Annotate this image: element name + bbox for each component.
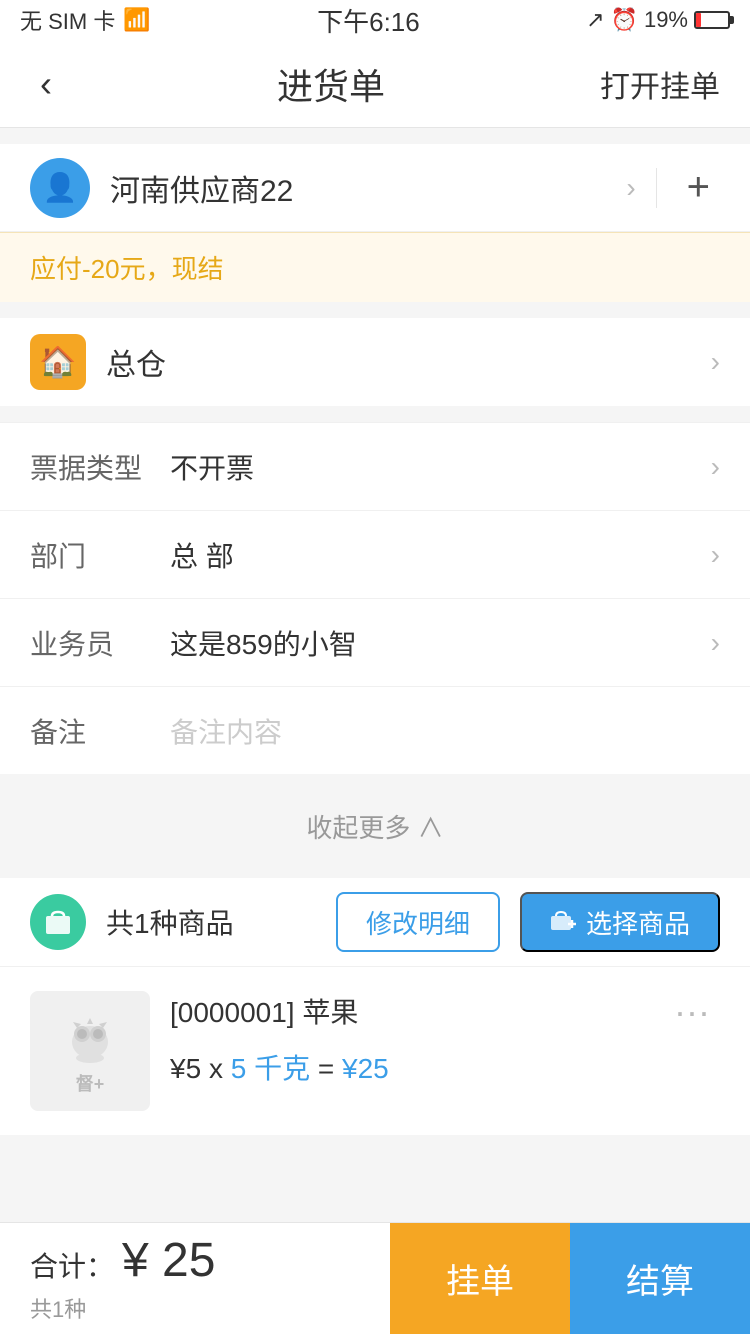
- info-banner: 应付-20元，现结: [0, 232, 750, 302]
- open-pending-button[interactable]: 打开挂单: [600, 62, 720, 106]
- product-unit-price: ¥5: [170, 1053, 201, 1084]
- bottom-bar: 合计： ¥ 25 共1种 挂单 结算: [0, 1222, 750, 1334]
- warehouse-name: 总仓: [106, 340, 711, 384]
- cart-add-icon: [550, 910, 578, 934]
- checkout-button[interactable]: 结算: [570, 1223, 750, 1334]
- edit-detail-button[interactable]: 修改明细: [336, 892, 500, 952]
- product-name: [0000001] 苹果: [170, 991, 644, 1031]
- status-bar: 无 SIM 卡 📶 下午6:16 ↗ ⏰ 19%: [0, 0, 750, 40]
- total-area: 合计： ¥ 25 共1种: [0, 1233, 390, 1324]
- alarm-icon: ⏰: [611, 7, 638, 33]
- main-content: 👤 河南供应商22 › + 应付-20元，现结 🏠 总仓 › 票据类型 不开票 …: [0, 144, 750, 1271]
- collapse-toggle[interactable]: 收起更多 ∧: [0, 790, 750, 862]
- back-button[interactable]: ‹: [30, 53, 62, 115]
- collapse-label: 收起更多 ∧: [306, 808, 443, 845]
- product-title: 苹果: [302, 997, 358, 1028]
- status-time: 下午6:16: [317, 2, 420, 39]
- invoice-type-label: 票据类型: [30, 447, 150, 487]
- products-card: 共1种商品 修改明细 选择商品: [0, 878, 750, 1135]
- product-count-text: 共1种商品: [106, 902, 316, 942]
- battery-icon: [694, 11, 730, 29]
- product-quantity: 5: [231, 1053, 247, 1084]
- form-card: 票据类型 不开票 › 部门 总 部 › 业务员 这是859的小智 › 备注 备注…: [0, 422, 750, 774]
- product-more-button[interactable]: ···: [664, 991, 720, 1033]
- warehouse-icon: 🏠: [30, 334, 86, 390]
- remark-input[interactable]: 备注内容: [150, 711, 720, 751]
- warehouse-chevron-icon: ›: [711, 346, 720, 378]
- total-main: 合计： ¥ 25: [30, 1233, 360, 1288]
- invoice-type-value: 不开票: [150, 447, 711, 487]
- divider: [656, 168, 657, 208]
- supplier-name: 河南供应商22: [110, 166, 626, 210]
- owl-brand-text: 督+: [76, 1070, 105, 1096]
- product-total: ¥25: [342, 1053, 389, 1084]
- avatar-icon: 👤: [43, 171, 78, 204]
- carrier-text: 无 SIM 卡: [20, 4, 115, 36]
- product-thumbnail: 督+: [30, 991, 150, 1111]
- cart-icon: [42, 906, 74, 938]
- invoice-type-row[interactable]: 票据类型 不开票 ›: [0, 422, 750, 510]
- supplier-avatar: 👤: [30, 158, 90, 218]
- location-icon: ↗: [586, 7, 604, 33]
- department-label: 部门: [30, 535, 150, 575]
- department-value: 总 部: [150, 535, 711, 575]
- warehouse-row[interactable]: 🏠 总仓 ›: [0, 318, 750, 406]
- supplier-row[interactable]: 👤 河南供应商22 › +: [0, 144, 750, 232]
- product-header: 共1种商品 修改明细 选择商品: [0, 878, 750, 966]
- salesperson-row[interactable]: 业务员 这是859的小智 ›: [0, 598, 750, 686]
- product-placeholder-icon: [60, 1006, 120, 1066]
- remark-row[interactable]: 备注 备注内容: [0, 686, 750, 774]
- pending-button[interactable]: 挂单: [390, 1223, 570, 1334]
- wifi-icon: 📶: [123, 7, 150, 33]
- salesperson-label: 业务员: [30, 623, 150, 663]
- product-item: 督+ [0000001] 苹果 ¥5 x 5 千克 = ¥25 ···: [0, 966, 750, 1135]
- salesperson-value: 这是859的小智: [150, 623, 711, 663]
- remark-label: 备注: [30, 711, 150, 751]
- total-amount: ¥ 25: [122, 1233, 215, 1288]
- total-label: 合计：: [30, 1245, 114, 1285]
- salesperson-chevron-icon: ›: [711, 627, 720, 659]
- nav-bar: ‹ 进货单 打开挂单: [0, 40, 750, 128]
- select-product-button[interactable]: 选择商品: [520, 892, 720, 952]
- add-button[interactable]: +: [677, 155, 720, 220]
- warehouse-card: 🏠 总仓 ›: [0, 318, 750, 406]
- status-right: ↗ ⏰ 19%: [586, 7, 730, 33]
- product-info: [0000001] 苹果 ¥5 x 5 千克 = ¥25: [170, 991, 644, 1087]
- department-row[interactable]: 部门 总 部 ›: [0, 510, 750, 598]
- page-title: 进货单: [277, 58, 385, 110]
- product-id: [0000001]: [170, 997, 295, 1028]
- battery-text: 19%: [644, 7, 688, 33]
- invoice-chevron-icon: ›: [711, 451, 720, 483]
- product-unit: 千克: [254, 1053, 310, 1084]
- product-count-icon: [30, 894, 86, 950]
- department-chevron-icon: ›: [711, 539, 720, 571]
- total-sub: 共1种: [30, 1292, 360, 1324]
- supplier-chevron-icon: ›: [626, 172, 635, 204]
- supplier-card: 👤 河南供应商22 › + 应付-20元，现结: [0, 144, 750, 302]
- status-left: 无 SIM 卡 📶: [20, 4, 151, 36]
- product-price: ¥5 x 5 千克 = ¥25: [170, 1047, 644, 1087]
